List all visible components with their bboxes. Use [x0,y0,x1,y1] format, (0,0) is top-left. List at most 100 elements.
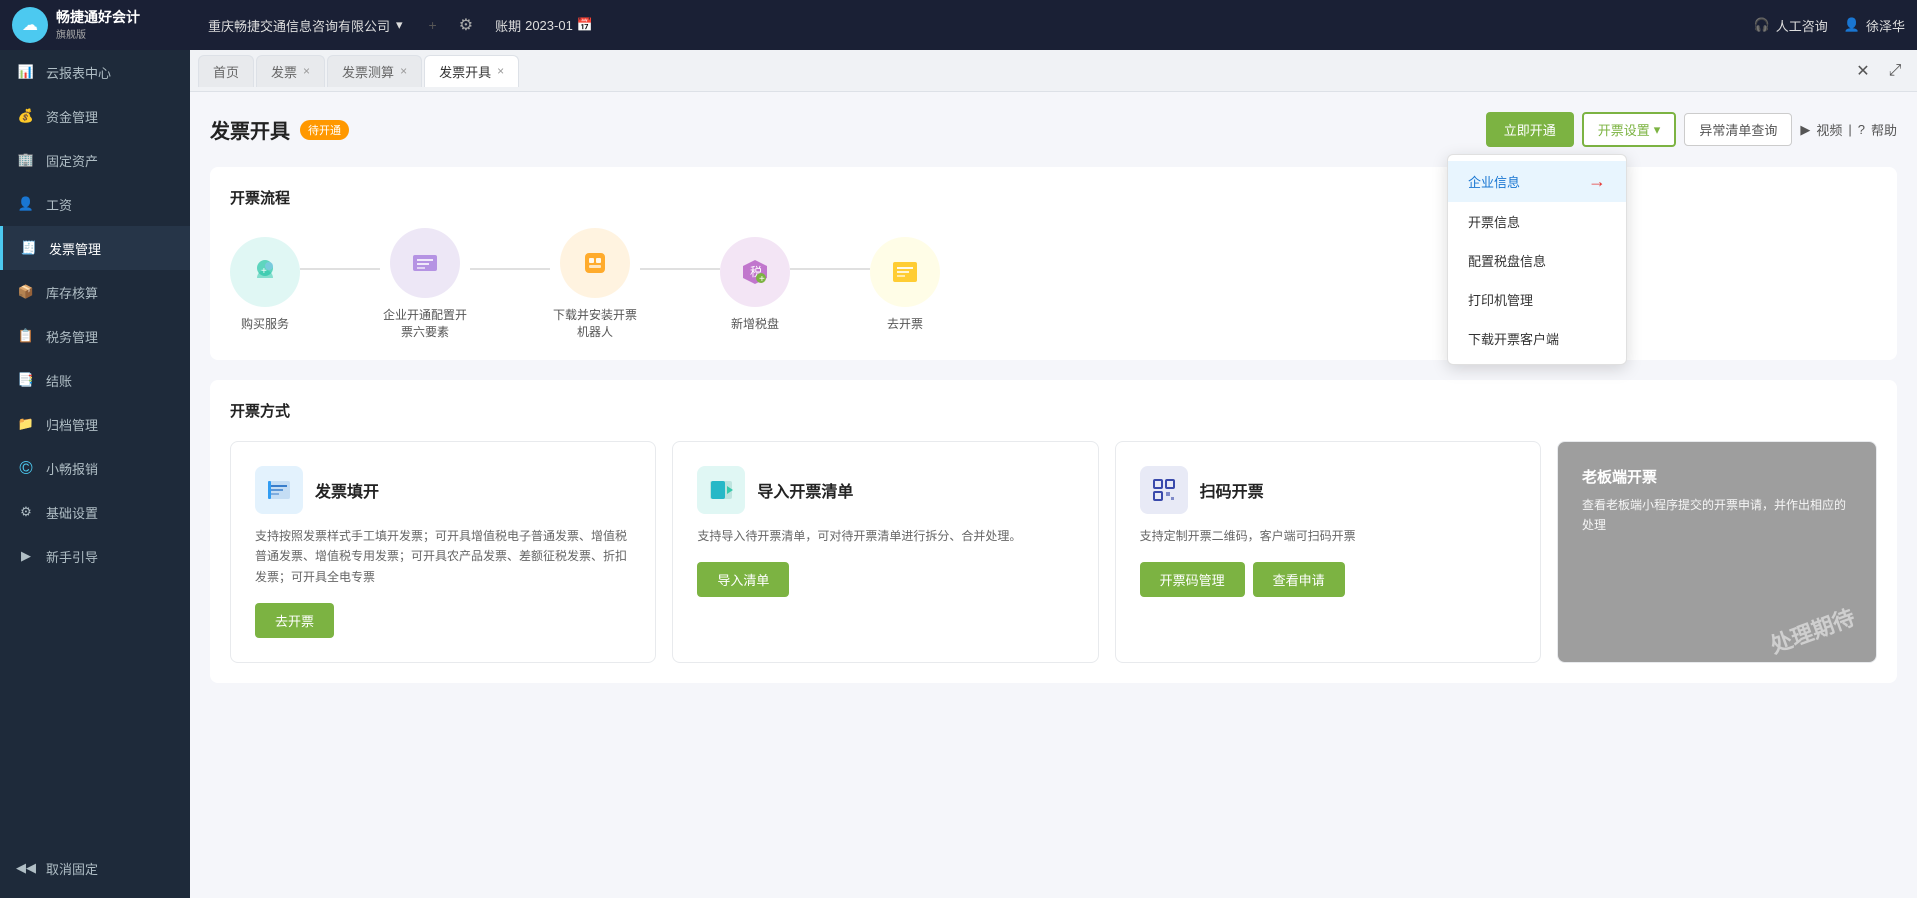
question-icon: ? [1858,122,1865,137]
settings-dropdown: 企业信息 → 开票信息 配置税盘信息 打印机管理 [1447,154,1627,365]
tab-invoice-close-icon[interactable]: × [303,64,310,78]
svg-text:+: + [261,266,267,277]
sidebar-item-settlement[interactable]: 📑 结账 [0,358,190,402]
tab-close-btn[interactable]: ✕ [1849,57,1877,85]
sidebar-item-inventory[interactable]: 📦 库存核算 [0,270,190,314]
report-icon: © [16,458,36,478]
video-label[interactable]: 视频 [1816,120,1842,139]
step-connector [640,268,720,270]
sidebar-item-asset[interactable]: 🏢 固定资产 [0,138,190,182]
logo-icon: ☁ [12,7,48,43]
invoice-icon: 🧾 [19,238,39,258]
payroll-icon: 👤 [16,194,36,214]
fund-icon: 💰 [16,106,36,126]
tax-config-label: 配置税盘信息 [1468,251,1546,270]
methods-grid: 发票填开 支持按照发票样式手工填开发票；可开具增值税电子普通发票、增值税普通发票… [230,441,1877,663]
tab-maximize-btn[interactable]: ⤢ [1881,57,1909,85]
exception-list-btn[interactable]: 异常清单查询 [1684,113,1792,146]
inventory-icon: 📦 [16,282,36,302]
step-add-taxdisk: 税+ 新增税盘 [720,237,790,332]
header-actions: 立即开通 开票设置 ▾ 异常清单查询 ▶ 视频 | ? 帮助 [1486,112,1897,147]
company-selector[interactable]: 重庆畅捷交通信息咨询有限公司 ▾ [198,10,413,41]
sidebar-label: 工资 [46,195,72,214]
scan-invoice-desc: 支持定制开票二维码，客户端可扫码开票 [1140,526,1516,546]
accounting-period: 账期 2023-01 📅 [495,16,593,35]
tab-invoice-open-label: 发票开具 [439,62,491,81]
step-label-taxdisk: 新增税盘 [731,315,779,332]
app-subtitle: 旗舰版 [56,26,140,41]
svg-text:+: + [759,274,765,285]
sidebar-item-fund[interactable]: 💰 资金管理 [0,94,190,138]
tab-invoice-test-close-icon[interactable]: × [400,64,407,78]
sidebar-label: 归档管理 [46,415,98,434]
tab-invoice-open-close-icon[interactable]: × [497,64,504,78]
tab-home[interactable]: 首页 [198,55,254,87]
activate-btn[interactable]: 立即开通 [1486,112,1574,147]
sidebar-label: 资金管理 [46,107,98,126]
sidebar-item-tax[interactable]: 📋 税务管理 [0,314,190,358]
invoice-settings-label: 开票设置 [1598,120,1650,139]
dropdown-item-download-client[interactable]: 下载开票客户端 [1448,319,1626,358]
user-avatar-icon: 👤 [1844,17,1860,33]
period-label: 账期 [495,16,521,35]
invoice-settings-btn[interactable]: 开票设置 ▾ [1582,112,1677,147]
sidebar-item-report[interactable]: © 小畅报销 [0,446,190,490]
tab-invoice-open[interactable]: 发票开具 × [424,55,519,87]
page-content: 发票开具 待开通 立即开通 开票设置 ▾ 异常清单查询 ▶ 视频 [190,92,1917,898]
fill-invoice-btn[interactable]: 去开票 [255,603,334,638]
company-info-label: 企业信息 [1468,172,1520,191]
sidebar-bottom: ◀◀ 取消固定 [0,838,190,898]
fill-invoice-icon [255,466,303,514]
sidebar-label: 固定资产 [46,151,98,170]
page-title: 发票开具 [210,115,290,144]
tab-invoice[interactable]: 发票 × [256,55,325,87]
settings-icon-btn[interactable]: ⚙ [453,9,479,41]
sidebar-item-invoice[interactable]: 🧾 发票管理 [0,226,190,270]
method-card-boss: 老板端开票 查看老板端小程序提交的开票申请，并作出相应的处理 处理期待 [1557,441,1877,663]
import-invoice-btn[interactable]: 导入清单 [697,562,789,597]
scan-invoice-buttons: 开票码管理 查看申请 [1140,562,1516,597]
sidebar-item-settings[interactable]: ⚙ 基础设置 [0,490,190,534]
method-card-fill: 发票填开 支持按照发票样式手工填开发票；可开具增值税电子普通发票、增值税普通发票… [230,441,656,663]
step-label-config: 企业开通配置开票六要素 [380,306,470,340]
guide-icon: ▶ [16,546,36,566]
support-label: 人工咨询 [1776,16,1828,35]
top-bar: ☁ 畅捷通好会计 旗舰版 重庆畅捷交通信息咨询有限公司 ▾ + ⚙ 账期 202… [0,0,1917,50]
content-area: 首页 发票 × 发票测算 × 发票开具 × ✕ ⤢ [190,50,1917,898]
method-card-scan: 扫码开票 支持定制开票二维码，客户端可扫码开票 开票码管理 查看申请 [1115,441,1541,663]
process-section: 开票流程 + 购买服务 [210,167,1897,360]
dropdown-item-tax-config[interactable]: 配置税盘信息 [1448,241,1626,280]
support-btn[interactable]: 🎧 人工咨询 [1754,16,1828,35]
play-icon: ▶ [1800,122,1810,138]
status-badge: 待开通 [300,120,349,140]
sidebar-item-guide[interactable]: ▶ 新手引导 [0,534,190,578]
user-menu[interactable]: 👤 徐泽华 [1844,16,1905,35]
tab-invoice-test-label: 发票测算 [342,62,394,81]
process-title: 开票流程 [230,187,1877,208]
dropdown-item-company-info[interactable]: 企业信息 → [1448,161,1626,202]
video-help-area: ▶ 视频 | ? 帮助 [1800,120,1897,139]
step-icon-taxdisk: 税+ [720,237,790,307]
sidebar-item-cloud-report[interactable]: 📊 云报表中心 [0,50,190,94]
period-value: 2023-01 [525,18,573,33]
scan-code-btn[interactable]: 开票码管理 [1140,562,1245,597]
fill-invoice-desc: 支持按照发票样式手工填开发票；可开具增值税电子普通发票、增值税普通发票、增值税专… [255,526,631,587]
asset-icon: 🏢 [16,150,36,170]
fill-invoice-title: 发票填开 [315,478,379,502]
sidebar-item-payroll[interactable]: 👤 工资 [0,182,190,226]
help-label[interactable]: 帮助 [1871,120,1897,139]
main-area: 📊 云报表中心 💰 资金管理 🏢 固定资产 👤 工资 🧾 发票管理 📦 [0,50,1917,898]
chevron-down-icon: ▾ [1654,122,1661,138]
view-application-btn[interactable]: 查看申请 [1253,562,1345,597]
tab-invoice-test[interactable]: 发票测算 × [327,55,422,87]
step-icon-go-invoice [870,237,940,307]
divider: + [429,17,437,33]
dropdown-item-invoice-info[interactable]: 开票信息 [1448,202,1626,241]
dropdown-item-printer[interactable]: 打印机管理 [1448,280,1626,319]
sidebar-item-archive[interactable]: 📁 归档管理 [0,402,190,446]
app-name: 畅捷通好会计 [56,9,140,26]
sidebar-item-cancel-fixed[interactable]: ◀◀ 取消固定 [0,846,190,890]
step-buy-service: + 购买服务 [230,237,300,332]
import-invoice-icon [697,466,745,514]
tab-invoice-label: 发票 [271,62,297,81]
